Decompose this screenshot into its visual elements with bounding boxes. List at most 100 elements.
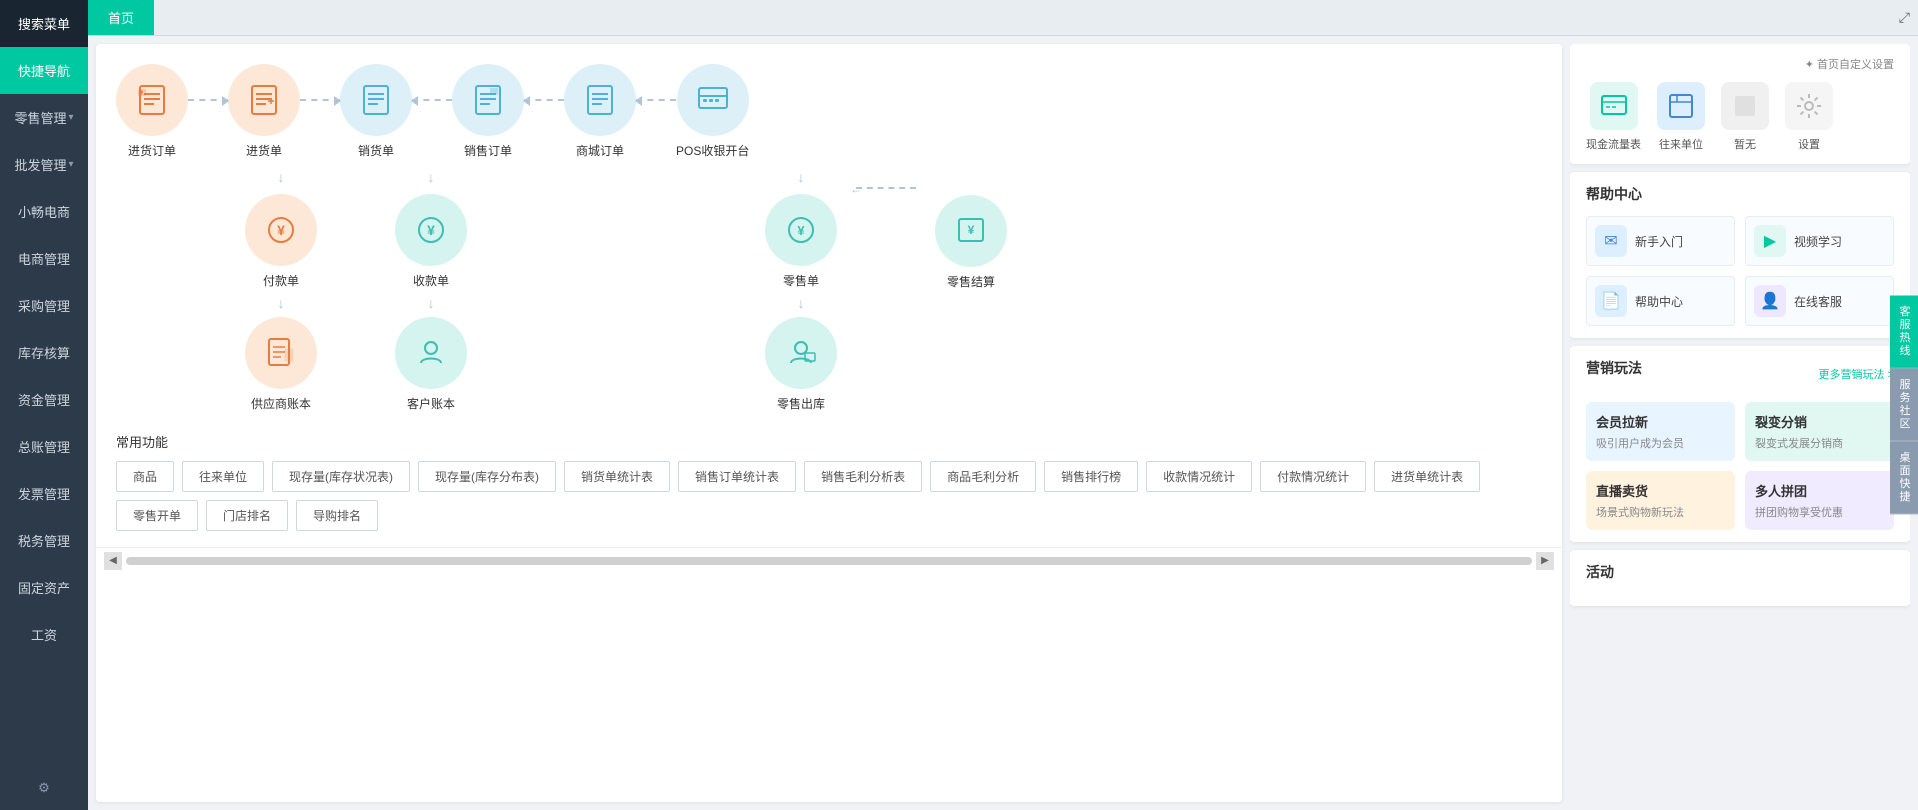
arrow-4-3 <box>412 99 452 101</box>
sidebar-item-payroll[interactable]: 工资 <box>0 611 88 658</box>
sidebar-item-label: 总账管理 <box>18 437 70 456</box>
sales-bill-label: 销货单 <box>358 142 394 159</box>
shortcut-empty[interactable]: 暂无 <box>1721 82 1769 152</box>
flow-node-purchase-order: 进货订单 <box>116 64 188 159</box>
scroll-track[interactable] <box>126 557 1532 565</box>
tab-bar: 首页 ⤢ <box>88 0 1918 36</box>
customize-button[interactable]: ✦ 首页自定义设置 <box>1805 56 1894 72</box>
func-btn-guide-rank[interactable]: 导购排名 <box>296 500 378 531</box>
chevron-down-icon: ▾ <box>68 159 73 170</box>
sidebar-item-ledger[interactable]: 总账管理 <box>0 423 88 470</box>
beginner-label: 新手入门 <box>1635 233 1683 250</box>
sidebar-item-invoice[interactable]: 发票管理 <box>0 470 88 517</box>
activity-section: 活动 <box>1570 550 1910 606</box>
scroll-right-button[interactable]: ▶ <box>1536 552 1554 570</box>
func-btn-goods-profit[interactable]: 商品毛利分析 <box>930 461 1036 492</box>
func-btn-contacts[interactable]: 往来单位 <box>182 461 264 492</box>
cashflow-icon <box>1590 82 1638 130</box>
retail-order-icon: ¥ <box>765 194 837 266</box>
func-btn-order-stat[interactable]: 销售订单统计表 <box>678 461 796 492</box>
customer-book-icon <box>395 317 467 389</box>
tab-home[interactable]: 首页 <box>88 0 154 35</box>
sidebar-item-retail[interactable]: 零售管理 ▾ <box>0 94 88 141</box>
expand-button[interactable]: ⤢ <box>1899 9 1910 26</box>
shop-order-label: 商城订单 <box>576 142 624 159</box>
marketing-section: 营销玩法 更多营销玩法 > 会员拉新 吸引用户成为会员 裂变分销 裂变式发展分销… <box>1570 346 1910 542</box>
down-arrow-salesbill: ↓ <box>428 169 435 186</box>
sales-order-label: 销售订单 <box>464 142 512 159</box>
func-btn-retail-order[interactable]: 零售开单 <box>116 500 198 531</box>
sidebar-item-tax[interactable]: 税务管理 <box>0 517 88 564</box>
func-btn-store-rank[interactable]: 门店排名 <box>206 500 288 531</box>
sidebar-item-inventory[interactable]: 库存核算 <box>0 329 88 376</box>
marketing-item-member[interactable]: 会员拉新 吸引用户成为会员 <box>1586 402 1735 461</box>
group-desc: 拼团购物享受优惠 <box>1755 504 1884 520</box>
float-btn-community[interactable]: 服务社区 <box>1890 369 1918 442</box>
sidebar-item-purchase[interactable]: 采购管理 <box>0 282 88 329</box>
purchase-order-icon <box>116 64 188 136</box>
shortcut-settings[interactable]: 设置 <box>1785 82 1833 152</box>
service-label: 在线客服 <box>1794 293 1842 310</box>
sidebar: 搜索菜单 快捷导航 零售管理 ▾ 批发管理 ▾ 小畅电商 电商管理 采购管理 库… <box>0 0 88 810</box>
marketing-grid: 会员拉新 吸引用户成为会员 裂变分销 裂变式发展分销商 直播卖货 场景式购物新玩… <box>1586 402 1894 530</box>
right-panel: ✦ 首页自定义设置 现金流量表 往来单位 <box>1570 44 1910 802</box>
retail-settlement-label: 零售结算 <box>947 273 995 290</box>
retail-order-label: 零售单 <box>783 272 819 289</box>
sidebar-item-finance[interactable]: 资金管理 <box>0 376 88 423</box>
func-btn-goods[interactable]: 商品 <box>116 461 174 492</box>
func-btn-stock-dist[interactable]: 现存量(库存分布表) <box>418 461 556 492</box>
sidebar-item-label: 小畅电商 <box>18 202 70 221</box>
flow-node-pos: POS收银开台 <box>676 64 749 159</box>
quick-nav-item[interactable]: 快捷导航 <box>0 47 88 94</box>
marketing-item-live[interactable]: 直播卖货 场景式购物新玩法 <box>1586 471 1735 530</box>
chevron-down-icon: ▾ <box>68 112 73 123</box>
live-desc: 场景式购物新玩法 <box>1596 504 1725 520</box>
shortcuts-header: ✦ 首页自定义设置 <box>1586 56 1894 72</box>
svg-text:¥: ¥ <box>797 223 805 238</box>
help-item-service[interactable]: 👤 在线客服 <box>1745 276 1894 326</box>
payment-label: 付款单 <box>263 272 299 289</box>
func-btn-purchase-stat[interactable]: 进货单统计表 <box>1374 461 1480 492</box>
sidebar-item-ecommerce-small[interactable]: 小畅电商 <box>0 188 88 235</box>
down-arrow-retailorder: ↓ <box>798 289 805 317</box>
settings-shortcut-icon <box>1785 82 1833 130</box>
settings-button[interactable]: ⚙ <box>0 766 88 810</box>
sidebar-item-ecommerce[interactable]: 电商管理 <box>0 235 88 282</box>
shortcut-contacts[interactable]: 往来单位 <box>1657 82 1705 152</box>
customer-book-label: 客户账本 <box>407 395 455 412</box>
marketing-item-fission[interactable]: 裂变分销 裂变式发展分销商 <box>1745 402 1894 461</box>
function-grid: 商品 往来单位 现存量(库存状况表) 现存量(库存分布表) 销货单统计表 销售订… <box>116 461 1542 531</box>
help-item-video[interactable]: ▶ 视频学习 <box>1745 216 1894 266</box>
func-btn-payment-stat[interactable]: 付款情况统计 <box>1260 461 1366 492</box>
main-content: 首页 ⤢ 进货订单 <box>88 0 1918 810</box>
func-btn-stock-status[interactable]: 现存量(库存状况表) <box>272 461 410 492</box>
receipt-label: 收款单 <box>413 272 449 289</box>
marketing-title: 营销玩法 <box>1586 358 1642 378</box>
help-item-beginner[interactable]: ✉ 新手入门 <box>1586 216 1735 266</box>
float-btn-desktop[interactable]: 桌面快捷 <box>1890 442 1918 515</box>
down-arrow-purchase: ↓ <box>278 169 285 186</box>
shortcut-cashflow[interactable]: 现金流量表 <box>1586 82 1641 152</box>
marketing-item-group[interactable]: 多人拼团 拼团购物享受优惠 <box>1745 471 1894 530</box>
sidebar-item-label: 库存核算 <box>18 343 70 362</box>
shortcut-icons-row: 现金流量表 往来单位 暂无 <box>1586 82 1894 152</box>
func-btn-sales-stat[interactable]: 销货单统计表 <box>564 461 670 492</box>
search-menu-button[interactable]: 搜索菜单 <box>0 0 88 47</box>
help-grid: ✉ 新手入门 ▶ 视频学习 📄 帮助中心 👤 在线客服 <box>1586 216 1894 326</box>
sidebar-item-assets[interactable]: 固定资产 <box>0 564 88 611</box>
flow-node-purchase-bill: 进货单 <box>228 64 300 159</box>
scroll-left-button[interactable]: ◀ <box>104 552 122 570</box>
float-btn-service[interactable]: 客服热线 <box>1890 296 1918 369</box>
activity-title: 活动 <box>1586 562 1894 582</box>
arrow-6-5 <box>636 99 676 101</box>
service-icon: 👤 <box>1754 285 1786 317</box>
retail-out-icon <box>765 317 837 389</box>
sidebar-item-label: 资金管理 <box>18 390 70 409</box>
sidebar-item-label: 税务管理 <box>18 531 70 550</box>
sidebar-item-wholesale[interactable]: 批发管理 ▾ <box>0 141 88 188</box>
more-marketing-link[interactable]: 更多营销玩法 > <box>1819 366 1894 382</box>
func-btn-receipt-stat[interactable]: 收款情况统计 <box>1146 461 1252 492</box>
func-btn-sales-rank[interactable]: 销售排行榜 <box>1044 461 1138 492</box>
help-item-docs[interactable]: 📄 帮助中心 <box>1586 276 1735 326</box>
func-btn-sales-profit[interactable]: 销售毛利分析表 <box>804 461 922 492</box>
